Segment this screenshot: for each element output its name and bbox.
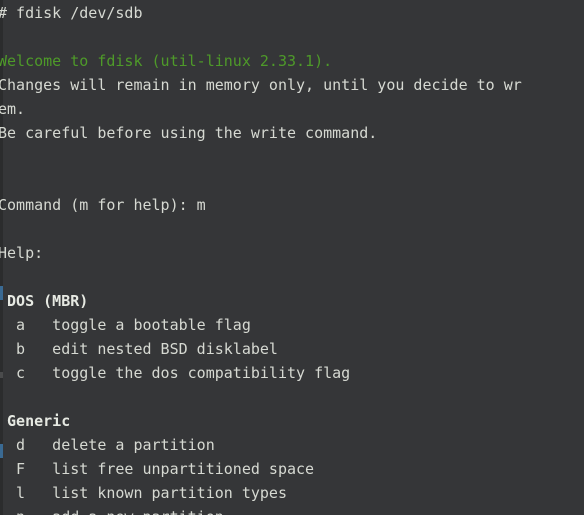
fdisk-command-query-line: Command (m for help): m bbox=[0, 196, 206, 214]
help-entry-F: F list free unpartitioned space bbox=[0, 460, 315, 478]
fdisk-welcome-line: Welcome to fdisk (util-linux 2.33.1). bbox=[0, 52, 333, 70]
fdisk-careful-line: Be careful before using the write comman… bbox=[0, 124, 378, 142]
fdisk-changes-line-1: Changes will remain in memory only, unti… bbox=[0, 76, 522, 94]
section-title-dos-mbr: DOS (MBR) bbox=[0, 292, 89, 310]
help-entry-l: l list known partition types bbox=[0, 484, 287, 502]
shell-prompt-line: # fdisk /dev/sdb bbox=[0, 4, 143, 22]
help-entry-a: a toggle a bootable flag bbox=[0, 316, 251, 334]
help-header: Help: bbox=[0, 244, 44, 262]
help-entry-c: c toggle the dos compatibility flag bbox=[0, 364, 351, 382]
terminal-window[interactable]: # fdisk /dev/sdb Welcome to fdisk (util-… bbox=[0, 0, 584, 515]
help-entry-b: b edit nested BSD disklabel bbox=[0, 340, 278, 358]
help-entry-d: d delete a partition bbox=[0, 436, 215, 454]
help-entry-n: n add a new partition bbox=[0, 505, 584, 515]
terminal-output[interactable]: # fdisk /dev/sdb Welcome to fdisk (util-… bbox=[0, 0, 584, 515]
section-title-generic: Generic bbox=[0, 412, 71, 430]
fdisk-changes-line-2: em. bbox=[0, 100, 26, 118]
